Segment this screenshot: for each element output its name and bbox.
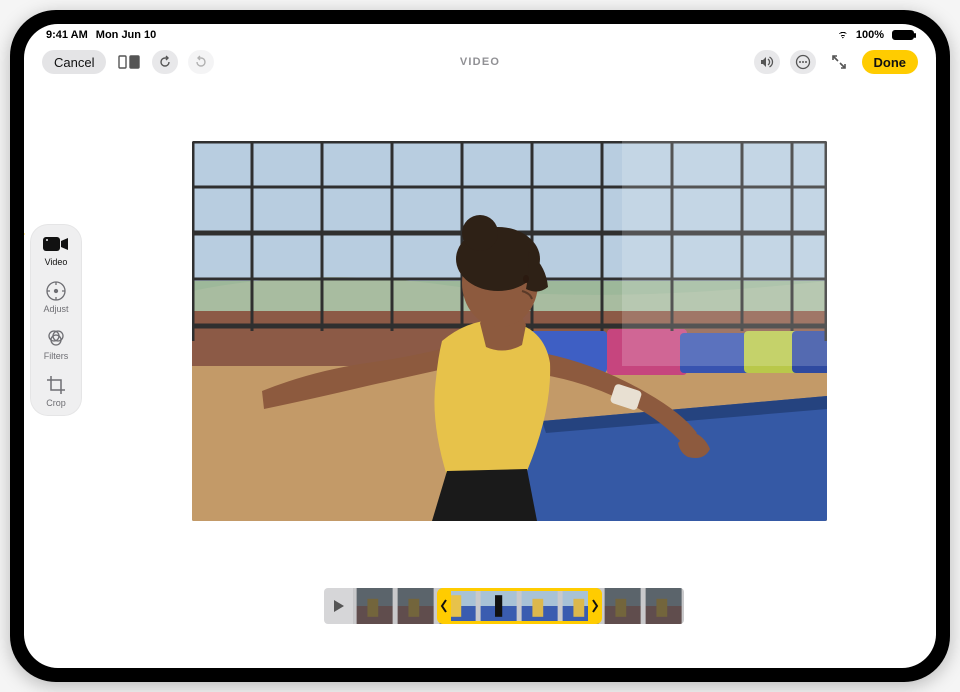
tool-filters[interactable]: Filters [43, 328, 69, 361]
edit-mode-rail: Video Adjust Filters [30, 224, 82, 416]
editor-toolbar: Cancel VIDEO [24, 46, 936, 78]
timeline-frame [478, 588, 519, 624]
tool-label: Adjust [43, 304, 68, 314]
adjust-icon [43, 281, 69, 301]
timeline-frame [519, 588, 560, 624]
tool-label: Crop [46, 398, 66, 408]
status-time: 9:41 AM [46, 29, 88, 41]
aspect-toggle-button[interactable] [116, 50, 142, 74]
timeline-frame [354, 588, 395, 624]
play-button[interactable] [324, 588, 354, 624]
more-button[interactable] [790, 50, 816, 74]
timeline-frame [395, 588, 436, 624]
ipad-frame: 9:41 AM Mon Jun 10 100% Cancel [10, 10, 950, 682]
media-type-label: VIDEO [460, 56, 500, 68]
tool-adjust[interactable]: Adjust [43, 281, 69, 314]
battery-percent: 100% [856, 29, 884, 41]
wifi-icon [836, 29, 850, 42]
video-preview[interactable] [192, 141, 827, 521]
cancel-button[interactable]: Cancel [42, 50, 106, 74]
screen: 9:41 AM Mon Jun 10 100% Cancel [24, 24, 936, 668]
crop-icon [43, 375, 69, 395]
status-bar: 9:41 AM Mon Jun 10 100% [24, 24, 936, 46]
volume-button[interactable] [754, 50, 780, 74]
timeline-frame [602, 588, 643, 624]
timeline-strip[interactable] [354, 588, 684, 624]
redo-button[interactable] [188, 50, 214, 74]
video-scrubber [324, 588, 684, 624]
video-icon [43, 234, 69, 254]
done-button[interactable]: Done [862, 50, 919, 74]
timeline-frame [643, 588, 684, 624]
undo-button[interactable] [152, 50, 178, 74]
trim-handle-start[interactable] [437, 591, 451, 621]
tool-label: Filters [44, 351, 69, 361]
battery-icon [892, 30, 914, 40]
status-date: Mon Jun 10 [96, 29, 157, 41]
tool-crop[interactable]: Crop [43, 375, 69, 408]
tool-label: Video [45, 257, 68, 267]
fullscreen-button[interactable] [826, 50, 852, 74]
filters-icon [43, 328, 69, 348]
active-indicator [24, 230, 25, 238]
tool-video[interactable]: Video [43, 234, 69, 267]
trim-handle-end[interactable] [588, 591, 602, 621]
